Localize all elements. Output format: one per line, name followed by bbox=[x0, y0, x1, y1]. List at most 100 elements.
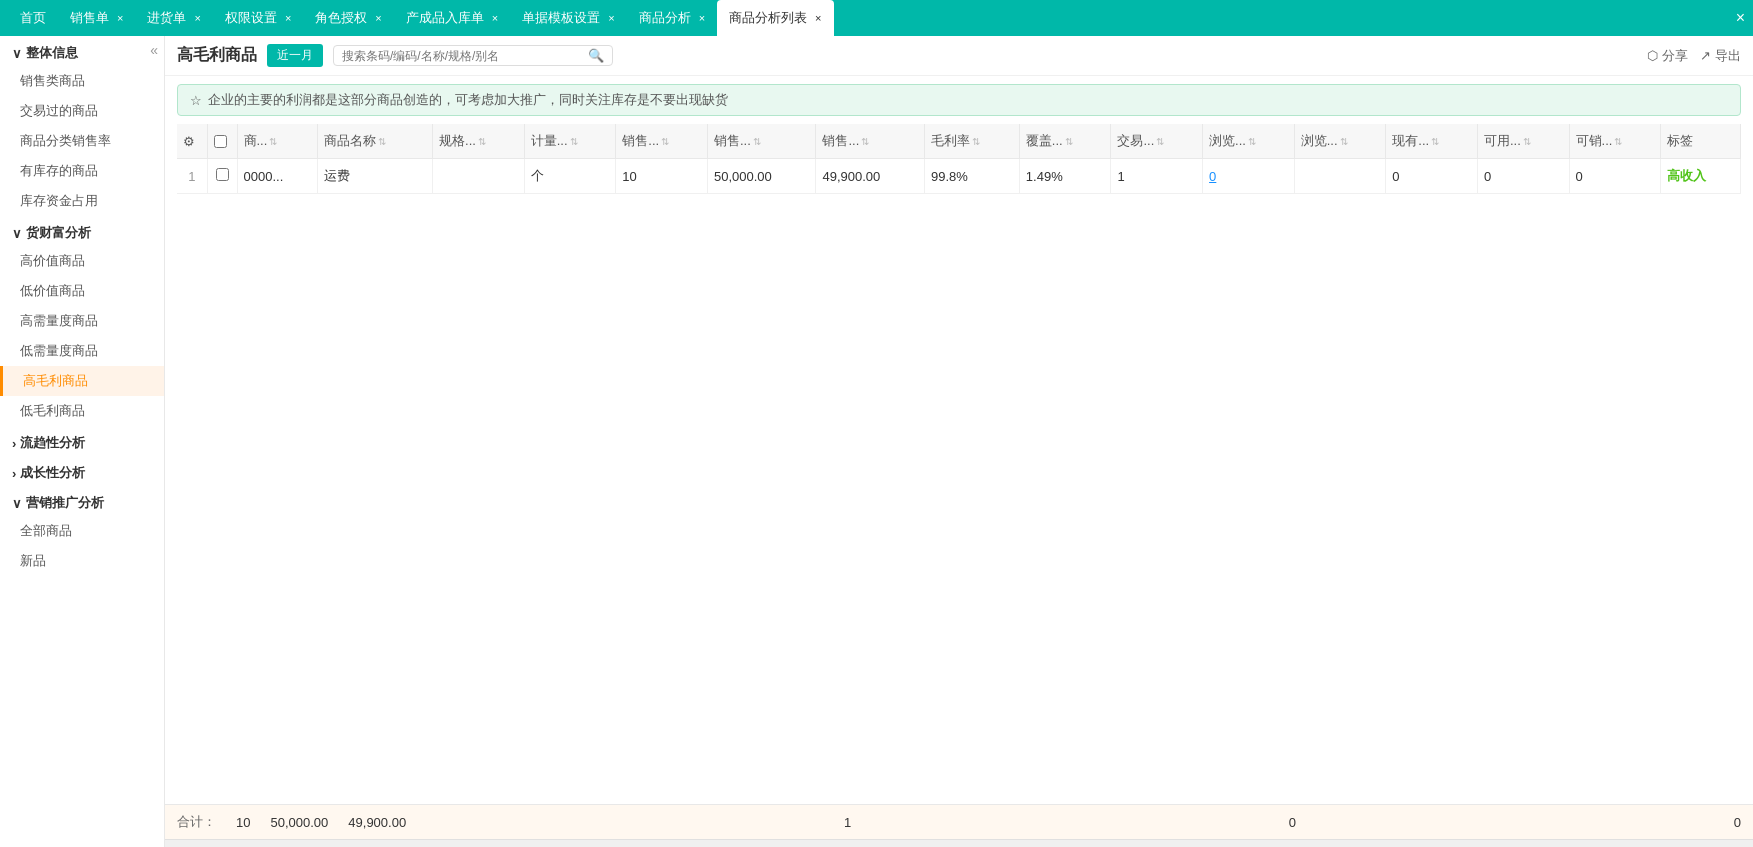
cell-browse1[interactable]: 0 bbox=[1203, 159, 1295, 194]
th-settings[interactable]: ⚙ bbox=[177, 124, 207, 159]
th-current[interactable]: 现有... ⇅ bbox=[1386, 124, 1478, 159]
th-sales-amt[interactable]: 销售... ⇅ bbox=[707, 124, 815, 159]
close-sales-order[interactable]: × bbox=[117, 0, 123, 36]
cell-trade-count: 1 bbox=[1111, 159, 1203, 194]
cell-gross-rate: 99.8% bbox=[924, 159, 1019, 194]
sort-icon-current: ⇅ bbox=[1431, 136, 1439, 147]
sidebar-item-new-goods[interactable]: 新品 bbox=[0, 546, 164, 576]
cell-unit: 个 bbox=[524, 159, 616, 194]
share-btn[interactable]: ⬡ 分享 bbox=[1647, 47, 1688, 65]
nav-finished-goods[interactable]: 产成品入库单 × bbox=[394, 0, 510, 36]
search-icon[interactable]: 🔍 bbox=[588, 48, 604, 63]
nav-permission-settings[interactable]: 权限设置 × bbox=[213, 0, 303, 36]
close-permission-settings[interactable]: × bbox=[285, 0, 291, 36]
cell-name: 运费 bbox=[318, 159, 433, 194]
sidebar-item-low-margin[interactable]: 低毛利商品 bbox=[0, 396, 164, 426]
top-navigation: 首页 销售单 × 进货单 × 权限设置 × 角色授权 × 产成品入库单 × 单据… bbox=[0, 0, 1753, 36]
sidebar-item-low-value[interactable]: 低价值商品 bbox=[0, 276, 164, 306]
th-saleable[interactable]: 可销... ⇅ bbox=[1569, 124, 1661, 159]
sidebar-item-high-margin[interactable]: 高毛利商品 bbox=[0, 366, 164, 396]
page-title: 高毛利商品 bbox=[177, 45, 257, 66]
th-gross-rate[interactable]: 毛利率 ⇅ bbox=[924, 124, 1019, 159]
th-trade-count[interactable]: 交易... ⇅ bbox=[1111, 124, 1203, 159]
footer-sales-cost: 49,900.00 bbox=[348, 815, 406, 830]
close-product-analysis[interactable]: × bbox=[699, 0, 705, 36]
search-box: 🔍 bbox=[333, 45, 613, 66]
sidebar-item-all-goods[interactable]: 全部商品 bbox=[0, 516, 164, 546]
footer-sales-qty: 10 bbox=[236, 815, 250, 830]
close-template-settings[interactable]: × bbox=[608, 0, 614, 36]
sidebar-item-low-demand[interactable]: 低需量度商品 bbox=[0, 336, 164, 366]
close-role-auth[interactable]: × bbox=[375, 0, 381, 36]
chevron-down-icon: ∨ bbox=[12, 46, 22, 61]
row-checkbox[interactable] bbox=[216, 168, 229, 181]
th-available[interactable]: 可用... ⇅ bbox=[1477, 124, 1569, 159]
sidebar-item-in-stock[interactable]: 有库存的商品 bbox=[0, 156, 164, 186]
period-btn[interactable]: 近一月 bbox=[267, 44, 323, 67]
sidebar-item-category-rate[interactable]: 商品分类销售率 bbox=[0, 126, 164, 156]
footer-sales-amt: 50,000.00 bbox=[270, 815, 328, 830]
sidebar-item-sales-goods[interactable]: 销售类商品 bbox=[0, 66, 164, 96]
close-finished-goods[interactable]: × bbox=[492, 0, 498, 36]
horizontal-scrollbar[interactable] bbox=[165, 839, 1753, 847]
cell-saleable: 0 bbox=[1569, 159, 1661, 194]
sidebar-group-marketing[interactable]: ∨ 营销推广分析 bbox=[0, 486, 164, 516]
sort-icon-grossrate: ⇅ bbox=[972, 136, 980, 147]
nav-analysis-list[interactable]: 商品分析列表 × bbox=[717, 0, 833, 36]
sidebar-group-trend[interactable]: › 流趋性分析 bbox=[0, 426, 164, 456]
select-all-checkbox[interactable] bbox=[214, 135, 227, 148]
cell-sales-cost: 49,900.00 bbox=[816, 159, 924, 194]
export-icon: ↗ bbox=[1700, 48, 1711, 63]
sidebar-group-overall[interactable]: ∨ 整体信息 bbox=[0, 36, 164, 66]
sidebar-group-wealth[interactable]: ∨ 货财富分析 bbox=[0, 216, 164, 246]
sidebar-item-high-demand[interactable]: 高需量度商品 bbox=[0, 306, 164, 336]
th-browse1[interactable]: 浏览... ⇅ bbox=[1203, 124, 1295, 159]
data-table: ⚙ 商... ⇅ 商品名称 bbox=[177, 124, 1741, 194]
th-name[interactable]: 商品名称 ⇅ bbox=[318, 124, 433, 159]
sidebar-collapse-btn[interactable]: « bbox=[148, 40, 160, 60]
search-input[interactable] bbox=[342, 49, 584, 63]
nav-product-analysis[interactable]: 商品分析 × bbox=[627, 0, 717, 36]
nav-home[interactable]: 首页 bbox=[8, 0, 58, 36]
th-browse2[interactable]: 浏览... ⇅ bbox=[1294, 124, 1386, 159]
th-sales-cost[interactable]: 销售... ⇅ bbox=[816, 124, 924, 159]
cell-sales-qty: 10 bbox=[616, 159, 708, 194]
th-code[interactable]: 商... ⇅ bbox=[237, 124, 318, 159]
th-checkbox[interactable] bbox=[207, 124, 237, 159]
sort-icon-salescost: ⇅ bbox=[861, 136, 869, 147]
th-spec[interactable]: 规格... ⇅ bbox=[433, 124, 525, 159]
nav-purchase-order[interactable]: 进货单 × bbox=[135, 0, 212, 36]
th-sales-qty[interactable]: 销售... ⇅ bbox=[616, 124, 708, 159]
cell-checkbox[interactable] bbox=[207, 159, 237, 194]
cell-tag: 高收入 bbox=[1661, 159, 1741, 194]
table-row: 1 0000... 运费 个 10 50,000.00 49,900.00 99… bbox=[177, 159, 1741, 194]
sidebar-item-high-value[interactable]: 高价值商品 bbox=[0, 246, 164, 276]
th-unit[interactable]: 计量... ⇅ bbox=[524, 124, 616, 159]
nav-role-auth[interactable]: 角色授权 × bbox=[303, 0, 393, 36]
cell-browse2 bbox=[1294, 159, 1386, 194]
chevron-down-icon3: ∨ bbox=[12, 496, 22, 511]
sidebar-group-growth[interactable]: › 成长性分析 bbox=[0, 456, 164, 486]
sort-icon-salesqty: ⇅ bbox=[661, 136, 669, 147]
th-coverage[interactable]: 覆盖... ⇅ bbox=[1019, 124, 1111, 159]
footer-total: 合计： 10 50,000.00 49,900.00 1 0 0 bbox=[165, 804, 1753, 839]
footer-trade-count: 1 bbox=[844, 815, 851, 830]
table-header-row: ⚙ 商... ⇅ 商品名称 bbox=[177, 124, 1741, 159]
chevron-right-icon: › bbox=[12, 436, 16, 451]
th-tag[interactable]: 标签 bbox=[1661, 124, 1741, 159]
close-analysis-list[interactable]: × bbox=[815, 0, 821, 36]
window-close-btn[interactable]: × bbox=[1736, 9, 1745, 27]
table-container: ⚙ 商... ⇅ 商品名称 bbox=[165, 124, 1753, 804]
sidebar-item-inventory-fund[interactable]: 库存资金占用 bbox=[0, 186, 164, 216]
export-btn[interactable]: ↗ 导出 bbox=[1700, 47, 1741, 65]
cell-num: 1 bbox=[177, 159, 207, 194]
sidebar-item-traded-goods[interactable]: 交易过的商品 bbox=[0, 96, 164, 126]
nav-template-settings[interactable]: 单据模板设置 × bbox=[510, 0, 626, 36]
cell-available: 0 bbox=[1477, 159, 1569, 194]
sort-icon-name: ⇅ bbox=[378, 136, 386, 147]
nav-sales-order[interactable]: 销售单 × bbox=[58, 0, 135, 36]
footer-label: 合计： bbox=[177, 813, 216, 831]
close-purchase-order[interactable]: × bbox=[194, 0, 200, 36]
sort-icon-spec: ⇅ bbox=[478, 136, 486, 147]
chevron-down-icon2: ∨ bbox=[12, 226, 22, 241]
